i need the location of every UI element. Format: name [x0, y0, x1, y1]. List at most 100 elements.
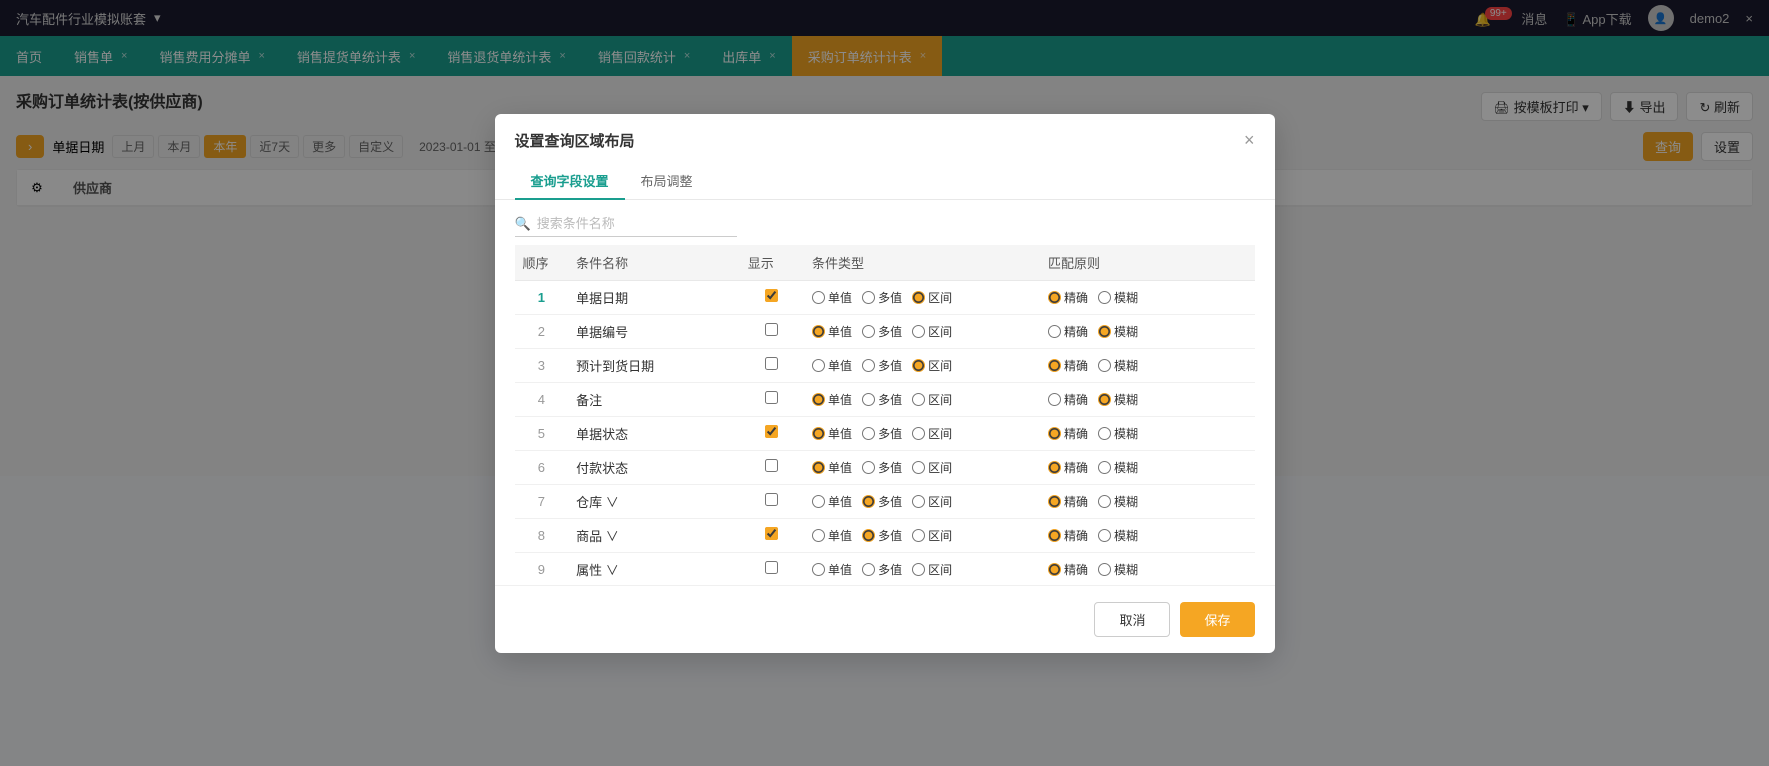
- type-radio-multi[interactable]: [862, 291, 875, 304]
- match-radio-fuzzy[interactable]: [1098, 325, 1111, 338]
- type-radio-multi[interactable]: [862, 427, 875, 440]
- type-radio-multi[interactable]: [862, 359, 875, 372]
- match-radio-fuzzy[interactable]: [1098, 291, 1111, 304]
- match-radio-fuzzy[interactable]: [1098, 427, 1111, 440]
- type-radio-range[interactable]: [912, 359, 925, 372]
- match-radio-exact[interactable]: [1048, 359, 1061, 372]
- row-name: 商品 ∨: [568, 518, 740, 552]
- match-radio-fuzzy[interactable]: [1098, 563, 1111, 576]
- save-button[interactable]: 保存: [1180, 602, 1254, 637]
- row-match: 精确模糊: [1040, 518, 1255, 552]
- match-radio-fuzzy[interactable]: [1098, 495, 1111, 508]
- type-radio-range[interactable]: [912, 291, 925, 304]
- row-show: [740, 450, 804, 484]
- row-seq: 6: [515, 450, 569, 484]
- type-radio-single[interactable]: [812, 291, 825, 304]
- match-radio-exact[interactable]: [1048, 495, 1061, 508]
- row-name: 备注: [568, 382, 740, 416]
- row-type: 单值多值区间: [804, 280, 1040, 314]
- show-checkbox[interactable]: [765, 425, 778, 438]
- row-name: 属性 ∨: [568, 552, 740, 577]
- conditions-table: 顺序 条件名称 显示 条件类型 匹配原则 1单据日期单值多值区间精确模糊2单据编…: [515, 245, 1255, 577]
- row-type: 单值多值区间: [804, 518, 1040, 552]
- row-match: 精确模糊: [1040, 450, 1255, 484]
- row-match: 精确模糊: [1040, 314, 1255, 348]
- match-radio-fuzzy[interactable]: [1098, 393, 1111, 406]
- type-radio-range[interactable]: [912, 563, 925, 576]
- row-show: [740, 280, 804, 314]
- type-radio-single[interactable]: [812, 325, 825, 338]
- match-radio-exact[interactable]: [1048, 325, 1061, 338]
- col-header-show: 显示: [740, 245, 804, 281]
- type-radio-multi[interactable]: [862, 495, 875, 508]
- row-type: 单值多值区间: [804, 450, 1040, 484]
- table-row: 3预计到货日期单值多值区间精确模糊: [515, 348, 1255, 382]
- row-match: 精确模糊: [1040, 484, 1255, 518]
- table-row: 4备注单值多值区间精确模糊: [515, 382, 1255, 416]
- show-checkbox[interactable]: [765, 493, 778, 506]
- match-radio-exact[interactable]: [1048, 427, 1061, 440]
- type-radio-range[interactable]: [912, 529, 925, 542]
- type-radio-multi[interactable]: [862, 563, 875, 576]
- show-checkbox[interactable]: [765, 357, 778, 370]
- row-match: 精确模糊: [1040, 382, 1255, 416]
- type-radio-range[interactable]: [912, 325, 925, 338]
- row-show: [740, 382, 804, 416]
- type-radio-single[interactable]: [812, 427, 825, 440]
- type-radio-single[interactable]: [812, 359, 825, 372]
- type-radio-range[interactable]: [912, 393, 925, 406]
- show-checkbox[interactable]: [765, 323, 778, 336]
- row-name: 预计到货日期: [568, 348, 740, 382]
- show-checkbox[interactable]: [765, 527, 778, 540]
- row-type: 单值多值区间: [804, 552, 1040, 577]
- dialog-tab-query[interactable]: 查询字段设置: [515, 163, 625, 200]
- search-icon: 🔍: [515, 216, 531, 232]
- row-seq: 3: [515, 348, 569, 382]
- dialog-close-icon[interactable]: ×: [1244, 130, 1255, 151]
- row-type: 单值多值区间: [804, 382, 1040, 416]
- type-radio-single[interactable]: [812, 529, 825, 542]
- row-match: 精确模糊: [1040, 348, 1255, 382]
- dialog-footer: 取消 保存: [495, 585, 1275, 653]
- cancel-button[interactable]: 取消: [1094, 602, 1170, 637]
- match-radio-exact[interactable]: [1048, 393, 1061, 406]
- match-radio-exact[interactable]: [1048, 461, 1061, 474]
- type-radio-multi[interactable]: [862, 461, 875, 474]
- col-header-match: 匹配原则: [1040, 245, 1255, 281]
- match-radio-fuzzy[interactable]: [1098, 529, 1111, 542]
- type-radio-range[interactable]: [912, 427, 925, 440]
- match-radio-exact[interactable]: [1048, 529, 1061, 542]
- table-row: 2单据编号单值多值区间精确模糊: [515, 314, 1255, 348]
- dialog-tab-layout[interactable]: 布局调整: [625, 163, 709, 200]
- row-name: 单据日期: [568, 280, 740, 314]
- show-checkbox[interactable]: [765, 289, 778, 302]
- row-seq: 5: [515, 416, 569, 450]
- row-seq: 7: [515, 484, 569, 518]
- row-show: [740, 416, 804, 450]
- type-radio-multi[interactable]: [862, 529, 875, 542]
- show-checkbox[interactable]: [765, 391, 778, 404]
- type-radio-single[interactable]: [812, 393, 825, 406]
- col-header-name: 条件名称: [568, 245, 740, 281]
- show-checkbox[interactable]: [765, 459, 778, 472]
- match-radio-exact[interactable]: [1048, 291, 1061, 304]
- match-radio-fuzzy[interactable]: [1098, 461, 1111, 474]
- row-name: 仓库 ∨: [568, 484, 740, 518]
- show-checkbox[interactable]: [765, 561, 778, 574]
- row-name: 付款状态: [568, 450, 740, 484]
- row-seq: 1: [515, 280, 569, 314]
- match-radio-exact[interactable]: [1048, 563, 1061, 576]
- table-row: 9属性 ∨单值多值区间精确模糊: [515, 552, 1255, 577]
- match-radio-fuzzy[interactable]: [1098, 359, 1111, 372]
- search-input[interactable]: [537, 216, 737, 231]
- type-radio-range[interactable]: [912, 461, 925, 474]
- search-wrapper: 🔍: [515, 212, 737, 237]
- type-radio-multi[interactable]: [862, 393, 875, 406]
- type-radio-single[interactable]: [812, 563, 825, 576]
- type-radio-single[interactable]: [812, 495, 825, 508]
- modal-overlay: 设置查询区域布局 × 查询字段设置 布局调整 🔍 顺序: [0, 0, 1769, 766]
- type-radio-single[interactable]: [812, 461, 825, 474]
- row-show: [740, 348, 804, 382]
- type-radio-multi[interactable]: [862, 325, 875, 338]
- type-radio-range[interactable]: [912, 495, 925, 508]
